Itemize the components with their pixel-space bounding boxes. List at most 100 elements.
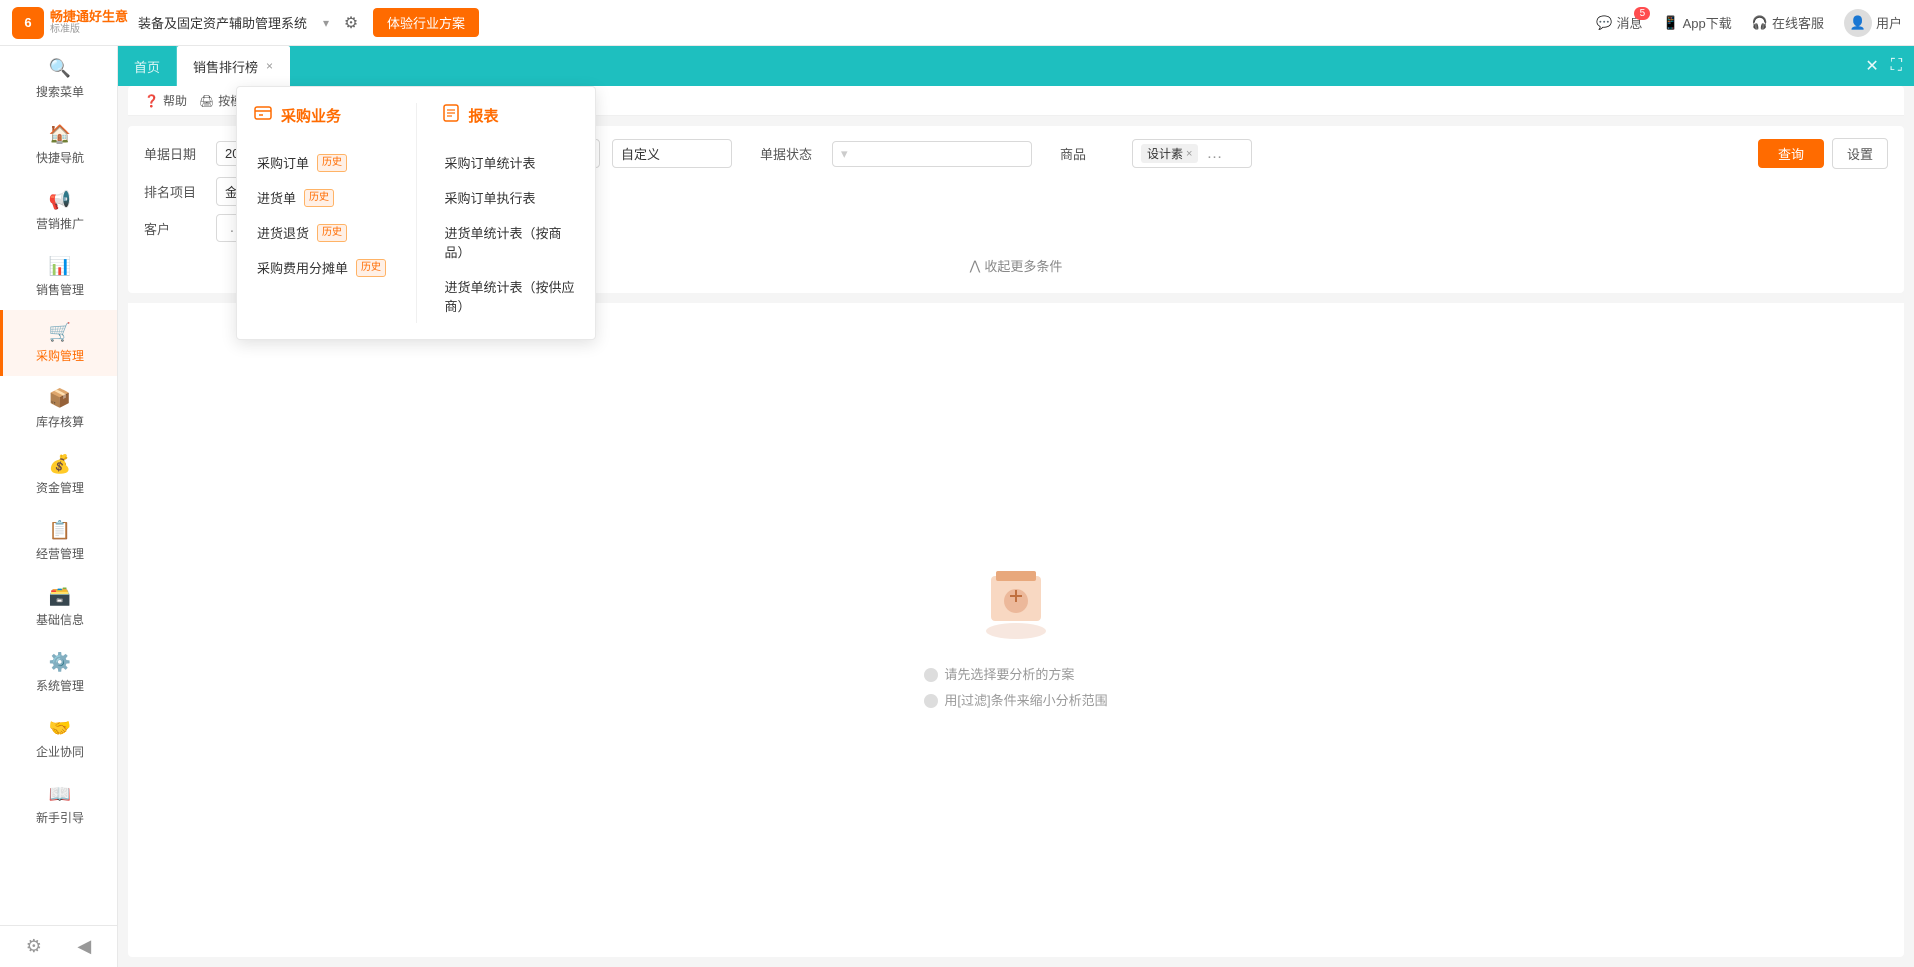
col-divider (416, 103, 417, 323)
dropdown-report-incoming-by-supplier[interactable]: 进货单统计表（按供应商） (441, 269, 580, 323)
collapse-icon: ⋀ (970, 258, 981, 274)
app-download-button[interactable]: 📱 App下载 (1662, 13, 1731, 32)
app-logo-icon: 6 (12, 7, 44, 39)
sidebar-item-operations[interactable]: 📋 经营管理 (0, 508, 117, 574)
messages-button[interactable]: 💬 消息 5 (1596, 13, 1642, 32)
collapse-filter-button[interactable]: ⋀ 收起更多条件 (958, 250, 1075, 281)
settings-button[interactable]: 设置 (1832, 138, 1888, 169)
sidebar-item-finance[interactable]: 💰 资金管理 (0, 442, 117, 508)
search-icon: 🔍 (49, 58, 71, 79)
logo-area: 6 畅捷通好生意 标准版 (12, 7, 130, 39)
headset-icon: 🎧 (1752, 15, 1768, 31)
goods-tag-close[interactable]: × (1186, 148, 1192, 160)
svg-text:6: 6 (24, 15, 31, 30)
dropdown-report-order-stat[interactable]: 采购订单统计表 (441, 145, 580, 180)
finance-icon: 💰 (49, 454, 71, 475)
empty-tip-1: 请先选择要分析的方案 (944, 662, 1074, 688)
tab-home[interactable]: 首页 (118, 46, 177, 86)
system-name: 装备及固定资产辅助管理系统 (130, 13, 315, 32)
home-icon: 🏠 (49, 124, 71, 145)
basic-icon: 🗃️ (49, 586, 71, 607)
newbie-icon: 📖 (49, 784, 71, 805)
tab-close-window-button[interactable]: ✕ (1861, 52, 1882, 80)
inventory-icon: 📦 (49, 388, 71, 409)
user-avatar: 👤 (1844, 9, 1872, 37)
logo-sub: 标准版 (50, 24, 128, 36)
user-button[interactable]: 👤 用户 (1844, 9, 1902, 37)
tab-actions: ✕ ⛶ (1853, 46, 1914, 86)
logo-main: 畅捷通好生意 (50, 9, 128, 25)
sidebar-item-enterprise[interactable]: 🤝 企业协同 (0, 706, 117, 772)
phone-icon: 📱 (1662, 15, 1678, 31)
help-button[interactable]: ❓ 帮助 (144, 92, 187, 109)
sidebar-item-system[interactable]: ⚙️ 系统管理 (0, 640, 117, 706)
sidebar-settings-button[interactable]: ⚙ (26, 936, 42, 957)
sidebar-item-marketing[interactable]: 📢 营销推广 (0, 178, 117, 244)
sidebar-item-inventory[interactable]: 📦 库存核算 (0, 376, 117, 442)
history-badge-2: 历史 (317, 224, 347, 242)
content-area: 首页 销售排行榜 × ✕ ⛶ ❓ 帮助 🖨 按模板打印 (118, 46, 1914, 967)
rank-label: 排名项目 (144, 182, 204, 201)
dropdown-report-incoming-by-goods[interactable]: 进货单统计表（按商品） (441, 215, 580, 269)
goods-label: 商品 (1060, 144, 1120, 163)
purchase-dropdown-menu: 采购业务 采购订单 历史 进货单 历史 进货退货 历史 采购费用分摊单 历史 (236, 86, 596, 340)
sidebar-item-sales[interactable]: 📊 销售管理 (0, 244, 117, 310)
sidebar-bottom: ⚙ ◀ (0, 925, 117, 967)
dropdown-report-order-exec[interactable]: 采购订单执行表 (441, 180, 580, 215)
history-badge-0: 历史 (317, 154, 347, 172)
print-icon: 🖨 (199, 94, 214, 108)
goods-more-dots[interactable]: … (1206, 145, 1222, 163)
system-dropdown-arrow[interactable]: ▾ (323, 16, 329, 30)
sales-icon: 📊 (49, 256, 71, 277)
dropdown-return[interactable]: 进货退货 历史 (253, 215, 392, 250)
empty-state: 请先选择要分析的方案 用[过滤]条件来缩小分析范围 (128, 303, 1904, 957)
empty-tip-2: 用[过滤]条件来缩小分析范围 (944, 688, 1107, 714)
tab-close-button[interactable]: × (266, 59, 273, 73)
history-badge-1: 历史 (304, 189, 334, 207)
dropdown-expense[interactable]: 采购费用分摊单 历史 (253, 250, 392, 285)
messages-badge: 5 (1634, 7, 1650, 20)
purchase-col: 采购业务 采购订单 历史 进货单 历史 进货退货 历史 采购费用分摊单 历史 (253, 103, 392, 323)
tab-bar: 首页 销售排行榜 × ✕ ⛶ (118, 46, 1914, 86)
purchase-col-icon (253, 103, 273, 127)
gear-button[interactable]: ⚙ (337, 9, 365, 37)
empty-tips: 请先选择要分析的方案 用[过滤]条件来缩小分析范围 (924, 662, 1107, 714)
goods-tag: 设计素 × (1141, 144, 1198, 163)
sidebar-collapse-button[interactable]: ◀ (77, 936, 91, 957)
online-service-button[interactable]: 🎧 在线客服 (1752, 13, 1824, 32)
top-middle: 装备及固定资产辅助管理系统 ▾ ⚙ 体验行业方案 (130, 8, 1596, 37)
empty-illustration (966, 546, 1066, 646)
history-badge-3: 历史 (356, 259, 386, 277)
customer-label: 客户 (144, 219, 204, 238)
operations-icon: 📋 (49, 520, 71, 541)
status-filter[interactable]: ▾ (832, 141, 1032, 167)
logo-text: 畅捷通好生意 标准版 (50, 9, 128, 37)
report-col-icon (441, 103, 461, 127)
message-icon: 💬 (1596, 15, 1612, 31)
purchase-col-header: 采购业务 (253, 103, 392, 133)
report-col-header: 报表 (441, 103, 580, 133)
purchase-icon: 🛒 (49, 322, 71, 343)
date-preset-custom[interactable]: 自定义 (612, 139, 732, 168)
query-button[interactable]: 查询 (1758, 139, 1824, 168)
sidebar: 🔍 搜索菜单 🏠 快捷导航 📢 营销推广 📊 销售管理 🛒 采购管理 📦 库存核… (0, 46, 118, 967)
sidebar-item-quicknav[interactable]: 🏠 快捷导航 (0, 112, 117, 178)
sidebar-item-basic[interactable]: 🗃️ 基础信息 (0, 574, 117, 640)
sidebar-item-search[interactable]: 🔍 搜索菜单 (0, 46, 117, 112)
top-right: 💬 消息 5 📱 App下载 🎧 在线客服 👤 用户 (1596, 9, 1902, 37)
filter-actions: 查询 设置 (1758, 138, 1888, 169)
tab-sales-ranking[interactable]: 销售排行榜 × (177, 46, 290, 86)
date-label: 单据日期 (144, 144, 204, 163)
sidebar-item-newbie[interactable]: 📖 新手引导 (0, 772, 117, 838)
system-icon: ⚙️ (49, 652, 71, 673)
status-label: 单据状态 (760, 144, 820, 163)
goods-filter[interactable]: 设计素 × … (1132, 139, 1252, 168)
tab-maximize-button[interactable]: ⛶ (1887, 53, 1906, 79)
marketing-icon: 📢 (49, 190, 71, 211)
top-bar: 6 畅捷通好生意 标准版 装备及固定资产辅助管理系统 ▾ ⚙ 体验行业方案 💬 … (0, 0, 1914, 46)
dropdown-purchase-order[interactable]: 采购订单 历史 (253, 145, 392, 180)
help-icon: ❓ (144, 94, 159, 108)
industry-button[interactable]: 体验行业方案 (373, 8, 479, 37)
sidebar-item-purchase[interactable]: 🛒 采购管理 (0, 310, 117, 376)
dropdown-incoming[interactable]: 进货单 历史 (253, 180, 392, 215)
